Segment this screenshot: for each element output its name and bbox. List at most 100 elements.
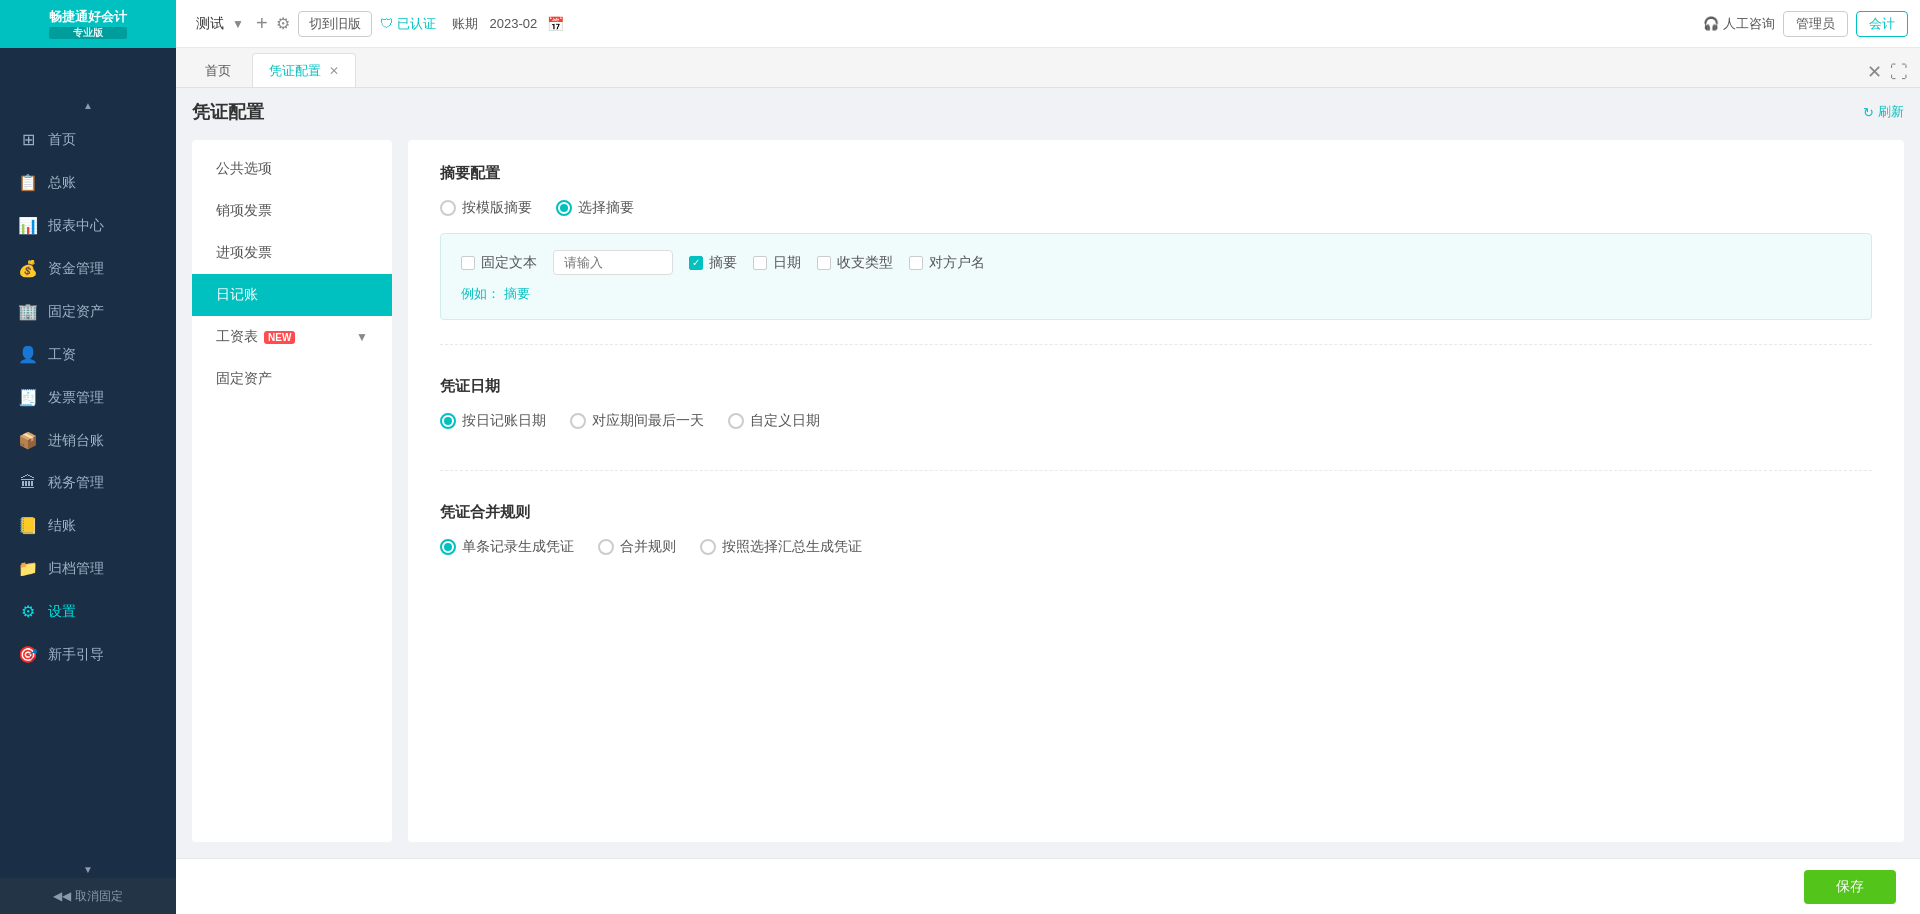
checkbox-fixed-text[interactable]: 固定文本	[461, 254, 537, 272]
sidebar-scroll-down[interactable]: ▼	[0, 860, 176, 878]
archive-icon: 📁	[18, 559, 38, 578]
merge-radio-rules[interactable]: 合并规则	[598, 538, 676, 556]
tab-actions: ✕ ⛶	[1867, 61, 1908, 87]
checkbox-date[interactable]: 日期	[753, 254, 801, 272]
sidebar-item-report[interactable]: 📊 报表中心	[0, 204, 176, 247]
left-nav-purchase-invoice[interactable]: 进项发票	[192, 232, 392, 274]
human-consult[interactable]: 🎧 人工咨询	[1703, 15, 1775, 33]
tab-expand-button[interactable]: ⛶	[1890, 62, 1908, 83]
sidebar-item-home[interactable]: ⊞ 首页	[0, 118, 176, 161]
sidebar-item-closing[interactable]: 📒 结账	[0, 504, 176, 547]
checkbox-summary[interactable]: ✓ 摘要	[689, 254, 737, 272]
sidebar-item-label: 报表中心	[48, 217, 104, 235]
fixed-text-input[interactable]	[553, 250, 673, 275]
date-radio-period-last[interactable]: 对应期间最后一天	[570, 412, 704, 430]
radio-select-circle	[556, 200, 572, 216]
manager-button[interactable]: 管理员	[1783, 11, 1848, 37]
example-text: 例如： 摘要	[461, 285, 1851, 303]
summary-radio-select[interactable]: 选择摘要	[556, 199, 634, 217]
left-nav-fixed-assets[interactable]: 固定资产	[192, 358, 392, 400]
page-content: 凭证配置 ↻ 刷新 公共选项 销项发票 进项发票 日记账 工资表	[176, 88, 1920, 858]
merge-section: 凭证合并规则 单条记录生成凭证 合并规则	[440, 503, 1872, 596]
merge-radio-summary[interactable]: 按照选择汇总生成凭证	[700, 538, 862, 556]
ledger-icon: 📋	[18, 173, 38, 192]
refresh-button[interactable]: ↻ 刷新	[1863, 103, 1904, 121]
summary-sub-config: 固定文本 ✓ 摘要 日期	[440, 233, 1872, 320]
sidebar-item-salary[interactable]: 👤 工资	[0, 333, 176, 376]
gear-icon[interactable]: ⚙	[276, 14, 290, 33]
radio-period-last-circle	[570, 413, 586, 429]
left-nav-public[interactable]: 公共选项	[192, 148, 392, 190]
sidebar-item-ledger[interactable]: 📋 总账	[0, 161, 176, 204]
calendar-icon[interactable]: 📅	[547, 16, 564, 32]
sidebar-item-label: 首页	[48, 131, 76, 149]
sidebar-item-fixed-assets[interactable]: 🏢 固定资产	[0, 290, 176, 333]
headset-icon: 🎧	[1703, 16, 1719, 31]
sidebar-item-invoice[interactable]: 🧾 发票管理	[0, 376, 176, 419]
main-layout: ▲ ⊞ 首页 📋 总账 📊 报表中心 💰 资金管理 🏢 固定资产	[0, 48, 1920, 914]
page-title: 凭证配置	[192, 100, 264, 124]
date-radio-custom[interactable]: 自定义日期	[728, 412, 820, 430]
sidebar-item-label: 结账	[48, 517, 76, 535]
page-inner: 公共选项 销项发票 进项发票 日记账 工资表 NEW ▼ 固定资产	[176, 124, 1920, 858]
content-area: 首页 凭证配置 ✕ ✕ ⛶ 凭证配置 ↻ 刷新	[176, 48, 1920, 914]
sidebar-item-guide[interactable]: 🎯 新手引导	[0, 633, 176, 676]
new-badge: NEW	[264, 331, 295, 344]
merge-radio-single[interactable]: 单条记录生成凭证	[440, 538, 574, 556]
sidebar-item-label: 进销台账	[48, 432, 104, 450]
sidebar-item-capital[interactable]: 💰 资金管理	[0, 247, 176, 290]
cancel-fixed-button[interactable]: ◀◀ 取消固定	[0, 878, 176, 914]
closing-icon: 📒	[18, 516, 38, 535]
sidebar-item-settings[interactable]: ⚙ 设置	[0, 590, 176, 633]
left-nav-payroll[interactable]: 工资表 NEW ▼	[192, 316, 392, 358]
sidebar-item-label: 税务管理	[48, 474, 104, 492]
logo-line2: 专业版	[49, 27, 127, 39]
tab-close-button[interactable]: ✕	[1867, 61, 1882, 83]
sidebar-item-label: 新手引导	[48, 646, 104, 664]
report-icon: 📊	[18, 216, 38, 235]
accountant-button[interactable]: 会计	[1856, 11, 1908, 37]
tab-bar: 首页 凭证配置 ✕ ✕ ⛶	[176, 48, 1920, 88]
sidebar-items: ⊞ 首页 📋 总账 📊 报表中心 💰 资金管理 🏢 固定资产 👤 工资	[0, 114, 176, 860]
date-radio-diary[interactable]: 按日记账日期	[440, 412, 546, 430]
summary-title: 摘要配置	[440, 164, 1872, 183]
home-icon: ⊞	[18, 130, 38, 149]
sidebar-scroll-up[interactable]: ▲	[0, 96, 176, 114]
fixed-assets-icon: 🏢	[18, 302, 38, 321]
checkbox-counterpart-box	[909, 256, 923, 270]
tab-home[interactable]: 首页	[188, 53, 248, 87]
dropdown-icon[interactable]: ▼	[232, 17, 244, 31]
logo-line1: 畅捷通好会计	[49, 9, 127, 25]
bottom-bar: 保存	[176, 858, 1920, 914]
checkbox-counterpart[interactable]: 对方户名	[909, 254, 985, 272]
radio-custom-date-circle	[728, 413, 744, 429]
summary-section: 摘要配置 按模版摘要 选择摘要	[440, 164, 1872, 345]
summary-radio-template[interactable]: 按模版摘要	[440, 199, 532, 217]
sidebar-item-archive[interactable]: 📁 归档管理	[0, 547, 176, 590]
top-header: 畅捷通好会计 专业版 测试 ▼ + ⚙ 切到旧版 🛡 已认证 账期 2023-0…	[0, 0, 1920, 48]
checkbox-income-type[interactable]: 收支类型	[817, 254, 893, 272]
sidebar-item-tax[interactable]: 🏛 税务管理	[0, 462, 176, 504]
checkbox-fixed-text-box	[461, 256, 475, 270]
invoice-icon: 🧾	[18, 388, 38, 407]
checkbox-summary-box: ✓	[689, 256, 703, 270]
config-panel: 摘要配置 按模版摘要 选择摘要	[408, 140, 1904, 842]
radio-summary-circle	[700, 539, 716, 555]
switch-old-button[interactable]: 切到旧版	[298, 11, 372, 37]
date-title: 凭证日期	[440, 377, 1872, 396]
period-label: 账期	[452, 15, 478, 33]
save-button[interactable]: 保存	[1804, 870, 1896, 904]
add-icon[interactable]: +	[256, 12, 268, 35]
left-nav-diary[interactable]: 日记账	[192, 274, 392, 316]
checkbox-date-box	[753, 256, 767, 270]
summary-radio-group: 按模版摘要 选择摘要	[440, 199, 1872, 217]
tab-voucher-config[interactable]: 凭证配置 ✕	[252, 53, 356, 87]
sidebar-item-label: 设置	[48, 603, 76, 621]
sidebar-item-purchase-sale[interactable]: 📦 进销台账	[0, 419, 176, 462]
left-nav-sales-invoice[interactable]: 销项发票	[192, 190, 392, 232]
shield-icon: 🛡	[380, 16, 393, 31]
merge-radio-group: 单条记录生成凭证 合并规则 按照选择汇总生成凭证	[440, 538, 1872, 556]
tab-close-icon[interactable]: ✕	[329, 64, 339, 78]
date-radio-group: 按日记账日期 对应期间最后一天 自定义日期	[440, 412, 1872, 430]
checkbox-income-type-box	[817, 256, 831, 270]
